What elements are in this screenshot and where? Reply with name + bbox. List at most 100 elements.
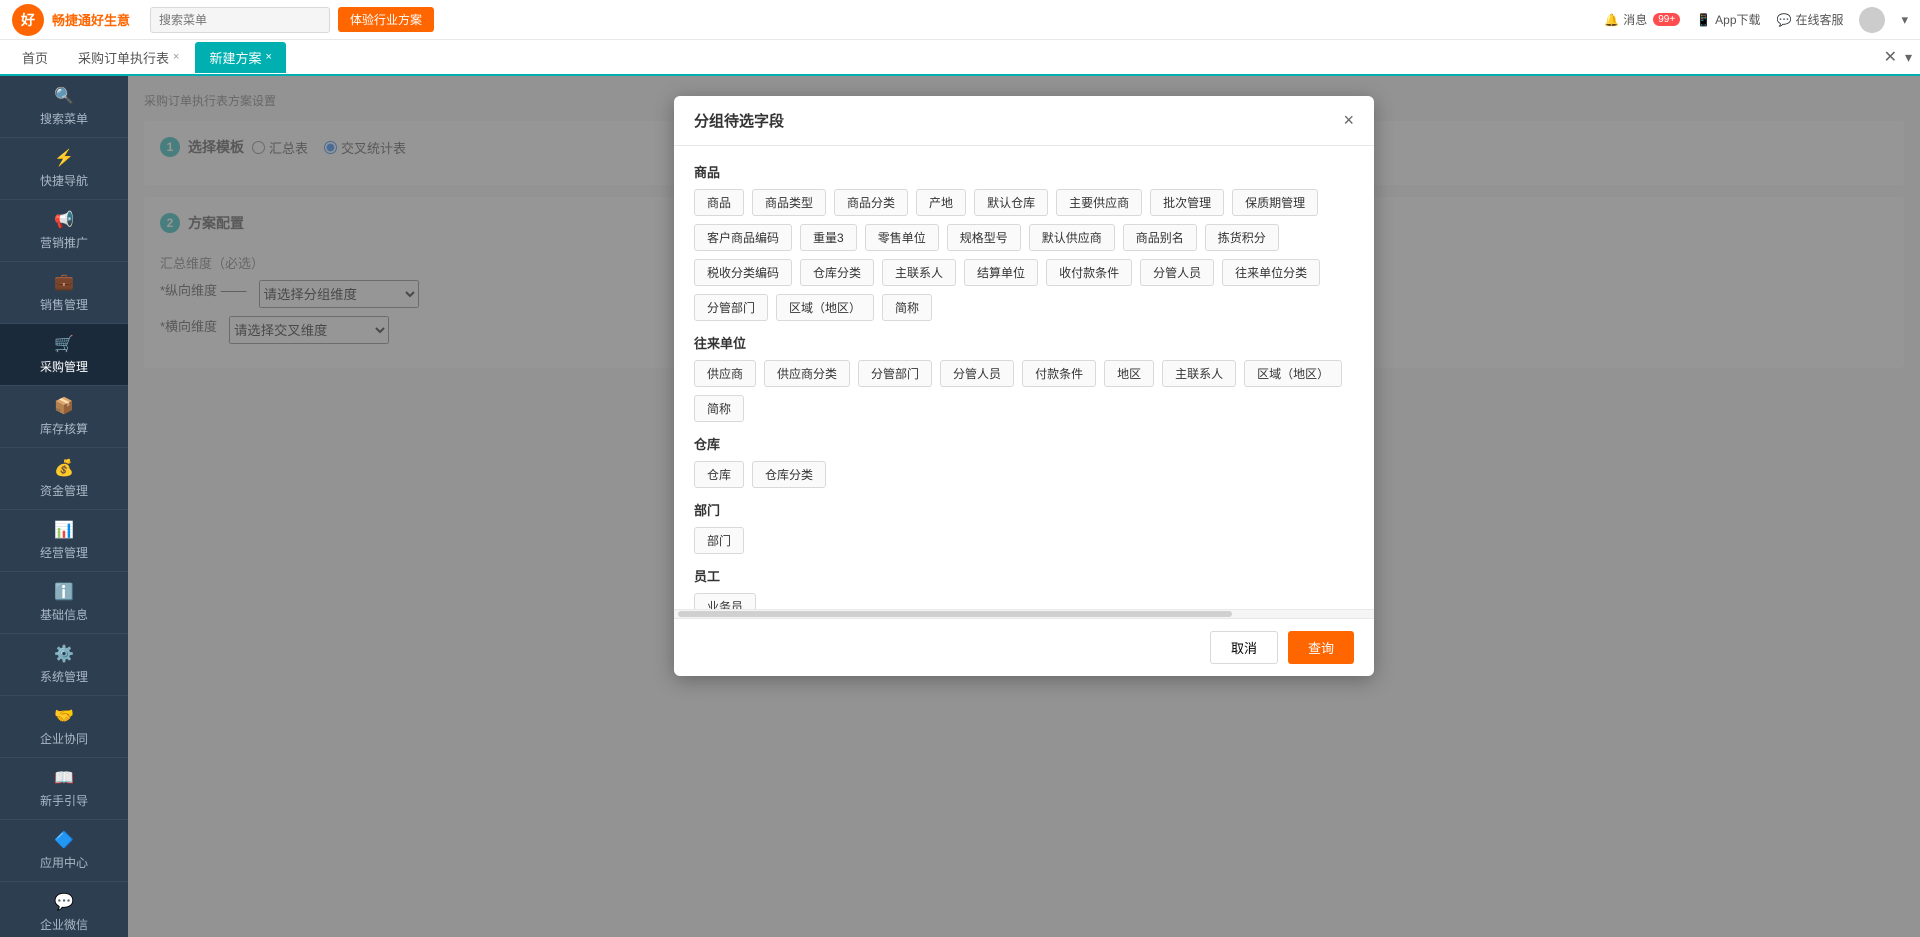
field-tag-batch[interactable]: 批次管理	[1150, 189, 1224, 216]
tab-purchase-list-label: 采购订单执行表	[78, 48, 169, 67]
field-tag-supplier[interactable]: 供应商	[694, 360, 756, 387]
trial-button[interactable]: 体验行业方案	[338, 7, 434, 32]
sidebar-finance-label: 资金管理	[40, 482, 88, 499]
field-tag-warehouse[interactable]: 仓库	[694, 461, 744, 488]
field-tag-supplier-category[interactable]: 供应商分类	[764, 360, 850, 387]
field-tag-wh-category[interactable]: 仓库分类	[752, 461, 826, 488]
field-tag-main-contact[interactable]: 主联系人	[882, 259, 956, 286]
field-tag-customer-code[interactable]: 客户商品编码	[694, 224, 792, 251]
sidebar-item-marketing[interactable]: 📢 营销推广	[0, 200, 128, 262]
field-tag-pay-terms[interactable]: 付款条件	[1022, 360, 1096, 387]
sidebar-operations-label: 经营管理	[40, 544, 88, 561]
field-tag-spec[interactable]: 规格型号	[947, 224, 1021, 251]
header-right: 🔔 消息 99+ 📱 App下载 💬 在线客服 ▾	[1604, 7, 1908, 33]
sidebar-item-appstore[interactable]: 🔷 应用中心	[0, 820, 128, 882]
field-tag-salesperson[interactable]: 业务员	[694, 593, 756, 609]
search-input[interactable]	[150, 7, 330, 33]
field-tag-settlement-unit[interactable]: 结算单位	[964, 259, 1038, 286]
sidebar-item-system[interactable]: ⚙️ 系统管理	[0, 634, 128, 696]
section-title-goods: 商品	[694, 162, 1354, 181]
tab-purchase-list-close[interactable]: ×	[173, 51, 179, 63]
tab-bar-right: ✕ ▾	[1884, 47, 1912, 67]
field-tag-goods[interactable]: 商品	[694, 189, 744, 216]
field-tag-default-warehouse[interactable]: 默认仓库	[974, 189, 1048, 216]
sidebar-item-basic-info[interactable]: ℹ️ 基础信息	[0, 572, 128, 634]
field-tag-region[interactable]: 区域（地区）	[776, 294, 874, 321]
app-download-item[interactable]: 📱 App下载	[1696, 11, 1760, 28]
tab-new-plan[interactable]: 新建方案 ×	[195, 42, 285, 73]
sidebar-item-inventory[interactable]: 📦 库存核算	[0, 386, 128, 448]
field-tag-origin[interactable]: 产地	[916, 189, 966, 216]
enterprise-icon: 🤝	[54, 706, 74, 726]
field-tag-supervisor[interactable]: 分管人员	[1140, 259, 1214, 286]
tab-bar-menu-icon[interactable]: ▾	[1905, 49, 1912, 66]
sidebar-item-operations[interactable]: 📊 经营管理	[0, 510, 128, 572]
chevron-down-icon: ▾	[1901, 12, 1908, 28]
modal-footer: 取消 查询	[674, 618, 1374, 676]
confirm-button[interactable]: 查询	[1288, 631, 1354, 664]
modal-hscroll[interactable]	[674, 609, 1374, 618]
tab-purchase-list[interactable]: 采购订单执行表 ×	[64, 42, 193, 73]
cancel-button[interactable]: 取消	[1210, 631, 1278, 664]
field-tag-dept[interactable]: 分管部门	[694, 294, 768, 321]
field-tag-retail-unit[interactable]: 零售单位	[865, 224, 939, 251]
field-tag-goods-type[interactable]: 商品类型	[752, 189, 826, 216]
tab-bar: 首页 采购订单执行表 × 新建方案 × ✕ ▾	[0, 40, 1920, 76]
sidebar-item-sales[interactable]: 💼 销售管理	[0, 262, 128, 324]
field-tag-expiry[interactable]: 保质期管理	[1232, 189, 1318, 216]
tab-home[interactable]: 首页	[8, 42, 62, 73]
field-tag-default-supplier[interactable]: 默认供应商	[1029, 224, 1115, 251]
field-tag-goods-category[interactable]: 商品分类	[834, 189, 908, 216]
online-service-item[interactable]: 💬 在线客服	[1777, 11, 1844, 28]
operations-icon: 📊	[54, 520, 74, 540]
avatar[interactable]	[1859, 7, 1885, 33]
field-tag-partner-short[interactable]: 简称	[694, 395, 744, 422]
sidebar-newguide-label: 新手引导	[40, 792, 88, 809]
sidebar-item-quicknav[interactable]: ⚡ 快捷导航	[0, 138, 128, 200]
hscroll-thumb[interactable]	[678, 611, 1232, 617]
field-tag-partner-contact[interactable]: 主联系人	[1162, 360, 1236, 387]
field-tag-pick-points[interactable]: 拣货积分	[1205, 224, 1279, 251]
phone-icon: 📱	[1696, 13, 1711, 27]
field-tag-goods-alias[interactable]: 商品别名	[1123, 224, 1197, 251]
bell-icon: 🔔	[1604, 13, 1619, 27]
modal-body: 商品 商品 商品类型 商品分类 产地 默认仓库 主要供应商 批次管理 保质期管理…	[674, 146, 1374, 609]
sidebar-quicknav-label: 快捷导航	[40, 172, 88, 189]
field-tag-weight3[interactable]: 重量3	[800, 224, 857, 251]
tab-new-plan-close[interactable]: ×	[265, 51, 271, 63]
sidebar-appstore-label: 应用中心	[40, 854, 88, 871]
section-title-department: 部门	[694, 500, 1354, 519]
service-icon: 💬	[1777, 13, 1792, 27]
sidebar-item-search[interactable]: 🔍 搜索菜单	[0, 76, 128, 138]
msg-badge: 99+	[1653, 13, 1680, 26]
finance-icon: 💰	[54, 458, 74, 478]
field-tag-area[interactable]: 地区	[1104, 360, 1154, 387]
fields-grid-employee: 业务员	[694, 593, 1354, 609]
message-item[interactable]: 🔔 消息 99+	[1604, 11, 1680, 28]
tab-home-label: 首页	[22, 48, 48, 67]
modal-close-icon[interactable]: ×	[1343, 110, 1354, 131]
tab-bar-close-all[interactable]: ✕	[1884, 47, 1897, 67]
sidebar-item-finance[interactable]: 💰 资金管理	[0, 448, 128, 510]
field-tag-partner-category[interactable]: 往来单位分类	[1222, 259, 1320, 286]
logo-text: 畅捷通好生意	[52, 10, 130, 29]
sidebar-item-wechat[interactable]: 💬 企业微信	[0, 882, 128, 937]
sidebar-purchase-label: 采购管理	[40, 358, 88, 375]
logo-area: 好 畅捷通好生意	[12, 4, 130, 36]
sidebar-item-newguide[interactable]: 📖 新手引导	[0, 758, 128, 820]
system-icon: ⚙️	[54, 644, 74, 664]
sidebar-item-enterprise[interactable]: 🤝 企业协同	[0, 696, 128, 758]
field-tag-partner-dept[interactable]: 分管部门	[858, 360, 932, 387]
field-tag-short-name[interactable]: 简称	[882, 294, 932, 321]
field-tag-main-supplier[interactable]: 主要供应商	[1056, 189, 1142, 216]
field-tag-department[interactable]: 部门	[694, 527, 744, 554]
field-tag-tax-code[interactable]: 税收分类编码	[694, 259, 792, 286]
logo-icon: 好	[12, 4, 44, 36]
field-tag-warehouse-category[interactable]: 仓库分类	[800, 259, 874, 286]
field-tag-partner-region[interactable]: 区域（地区）	[1244, 360, 1342, 387]
field-tag-payment-terms[interactable]: 收付款条件	[1046, 259, 1132, 286]
sidebar-item-purchase[interactable]: 🛒 采购管理	[0, 324, 128, 386]
marketing-icon: 📢	[54, 210, 74, 230]
field-tag-partner-supervisor[interactable]: 分管人员	[940, 360, 1014, 387]
basic-info-icon: ℹ️	[54, 582, 74, 602]
